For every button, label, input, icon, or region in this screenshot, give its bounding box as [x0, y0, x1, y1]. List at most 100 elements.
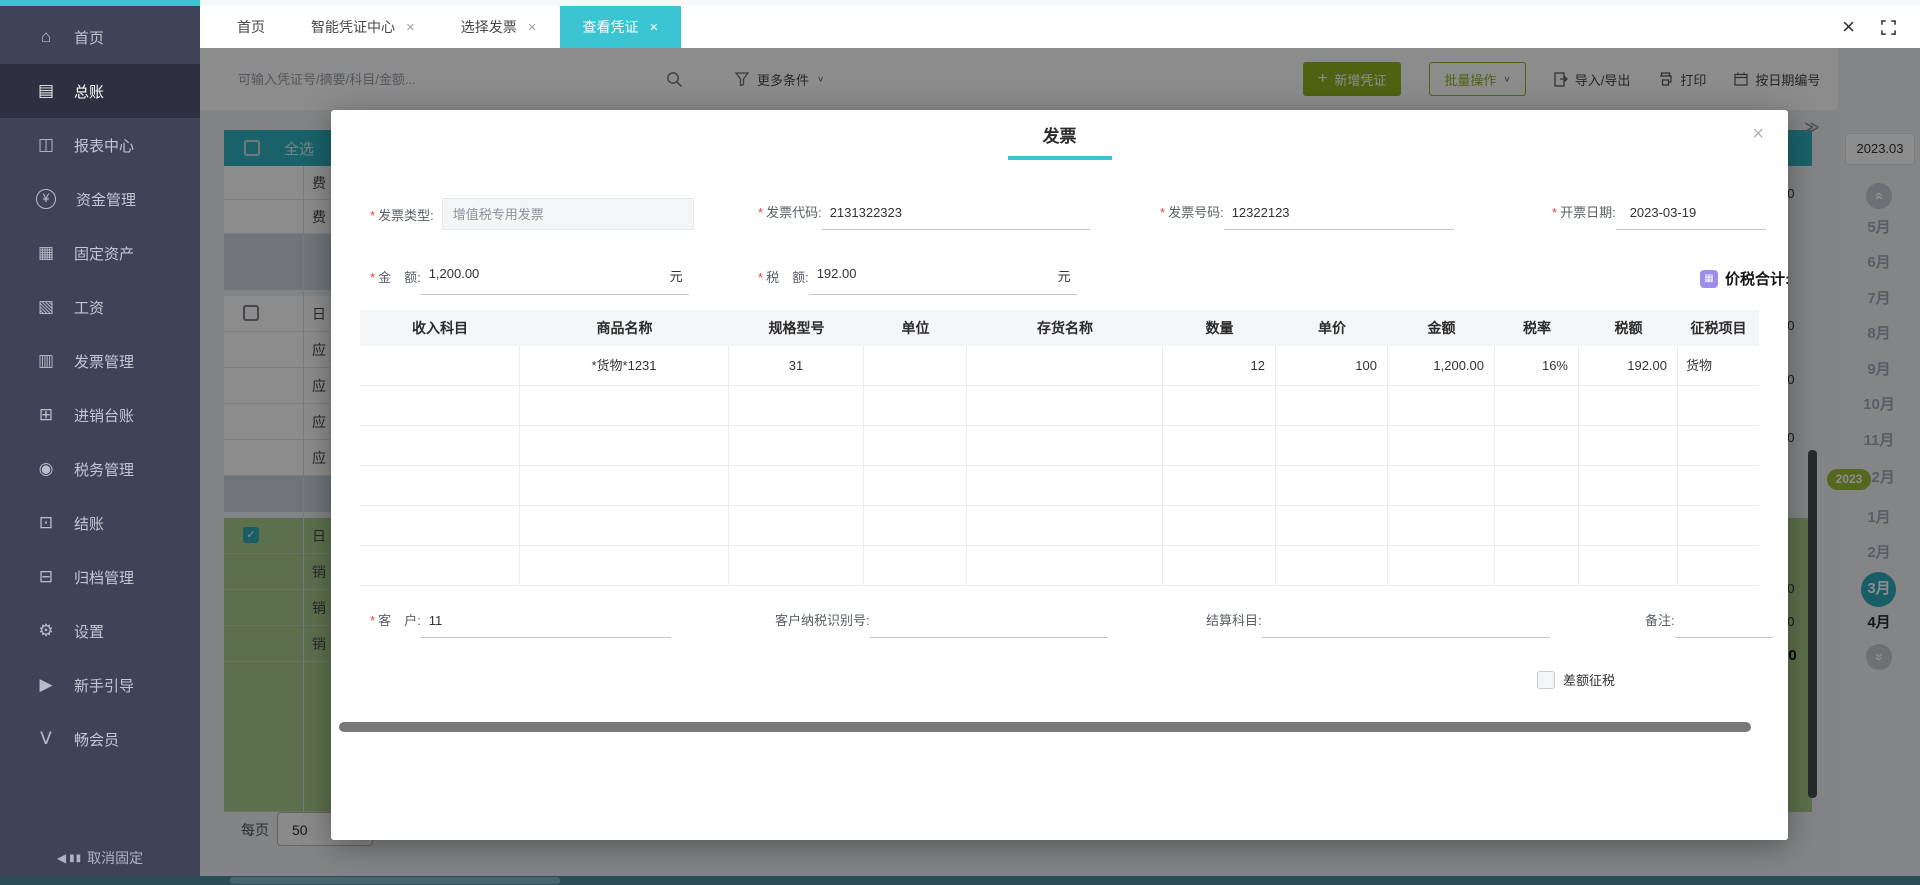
- close-icon[interactable]: ×: [650, 20, 659, 35]
- invoice-code-field[interactable]: 2131322323: [821, 205, 1090, 230]
- col-spec-model: 规格型号: [768, 320, 825, 336]
- cell-tax-amount[interactable]: 192.00: [1579, 346, 1678, 386]
- sidebar-item-settings[interactable]: ⚙ 设置: [0, 604, 200, 658]
- unpin-sidebar-button[interactable]: ◀ ▮▮ 取消固定: [0, 841, 200, 875]
- cell-amount[interactable]: 1,200.00: [1388, 346, 1495, 386]
- fullscreen-icon[interactable]: [1881, 19, 1896, 35]
- customer-field[interactable]: 11: [420, 613, 671, 638]
- invoice-number-field[interactable]: 12322123: [1223, 205, 1454, 230]
- tab-label: 智能凭证中心: [311, 19, 395, 35]
- sidebar-item-reports[interactable]: ◫ 报表中心: [0, 118, 200, 172]
- col-amount: 金额: [1427, 320, 1456, 336]
- label-text: 客户纳税识别号:: [775, 613, 870, 628]
- sidebar-item-invoice-mgmt[interactable]: ▥ 发票管理: [0, 334, 200, 388]
- invoice-type-group: * 发票类型: 增值税专用发票: [370, 198, 694, 230]
- cell-spec-model[interactable]: 31: [729, 346, 864, 386]
- customer-tax-id-field[interactable]: [869, 628, 1108, 638]
- trade-ledger-icon: ⊞: [38, 405, 54, 424]
- col-quantity: 数量: [1205, 320, 1234, 336]
- tax-icon: ◉: [38, 459, 54, 478]
- sidebar-item-closing[interactable]: ⊡ 结账: [0, 496, 200, 550]
- tab-home[interactable]: 首页: [214, 6, 288, 48]
- amount-field[interactable]: 1,200.00 元: [420, 266, 689, 295]
- sidebar-item-label: 归档管理: [74, 569, 135, 587]
- required-mark: *: [370, 613, 376, 628]
- sidebar-item-label: 进销台账: [74, 407, 135, 425]
- sidebar-item-guide[interactable]: ▶ 新手引导: [0, 658, 200, 712]
- dialog-close-icon[interactable]: ×: [1752, 124, 1764, 144]
- sidebar-item-archive[interactable]: ⊟ 归档管理: [0, 550, 200, 604]
- col-tax-amount: 税额: [1614, 320, 1643, 336]
- tab-select-invoice[interactable]: 选择发票 ×: [438, 6, 560, 48]
- cell-tax-rate[interactable]: 16%: [1495, 346, 1579, 386]
- unpin-icon-bars: ▮▮: [69, 852, 83, 864]
- remark-group: 备注:: [1645, 610, 1773, 638]
- cell-quantity[interactable]: 12: [1163, 346, 1276, 386]
- amount-group: * 金 额: 1,200.00 元: [370, 266, 689, 295]
- invoice-date-field[interactable]: 2023-03-19: [1615, 205, 1766, 230]
- sidebar: ⌂ 首页 ▤ 总账 ◫ 报表中心 ¥ 资金管理 ▦ 固定资产 ▧ 工资 ▥ 发票管理 ⊞ 进销台…: [0, 0, 200, 885]
- sidebar-item-label: 总账: [74, 83, 105, 101]
- sidebar-item-label: 固定资产: [74, 245, 135, 263]
- sidebar-item-label: 税务管理: [74, 461, 135, 479]
- tab-view-voucher[interactable]: 查看凭证 ×: [559, 6, 682, 48]
- field-label: * 发票代码:: [758, 202, 822, 230]
- settlement-account-field[interactable]: [1261, 628, 1550, 638]
- label-text: 金 额:: [378, 270, 421, 285]
- sidebar-item-label: 工资: [74, 299, 105, 317]
- cell-unit[interactable]: [864, 346, 967, 386]
- diff-tax-checkbox[interactable]: [1537, 670, 1555, 689]
- invoice-code-group: * 发票代码: 2131322323: [758, 202, 1090, 230]
- home-icon: ⌂: [40, 27, 52, 46]
- customer-group: * 客 户: 11: [370, 610, 671, 638]
- settlement-account-group: 结算科目:: [1206, 610, 1550, 638]
- cell-income-account[interactable]: [360, 346, 520, 386]
- window-controls: ×: [1842, 6, 1920, 48]
- sidebar-nav: ⌂ 首页 ▤ 总账 ◫ 报表中心 ¥ 资金管理 ▦ 固定资产 ▧ 工资 ▥ 发票管理 ⊞ 进销台…: [0, 10, 200, 766]
- horizontal-scrollbar-thumb[interactable]: [230, 877, 560, 884]
- invoice-type-field[interactable]: 增值税专用发票: [441, 198, 694, 230]
- col-product-name: 商品名称: [596, 320, 653, 336]
- close-icon[interactable]: ×: [528, 20, 537, 35]
- tab-label: 首页: [237, 19, 265, 35]
- cell-product-name[interactable]: *货物*1231: [520, 346, 729, 386]
- dialog-title: 发票: [1042, 127, 1077, 146]
- field-value: 192.00: [816, 266, 857, 281]
- ledger-icon: ▤: [37, 81, 55, 100]
- cell-inventory-name[interactable]: [967, 346, 1163, 386]
- app-window: ⌂ 首页 ▤ 总账 ◫ 报表中心 ¥ 资金管理 ▦ 固定资产 ▧ 工资 ▥ 发票管理 ⊞ 进销台…: [0, 0, 1920, 885]
- unit-label: 元: [669, 269, 683, 284]
- sidebar-item-label: 首页: [74, 29, 105, 47]
- required-mark: *: [758, 205, 764, 220]
- col-income-account: 收入科目: [412, 320, 468, 336]
- modal-horizontal-scrollbar[interactable]: [339, 722, 1751, 732]
- field-label: 结算科目:: [1206, 610, 1262, 638]
- invoice-items-table: 收入科目 商品名称 规格型号 单位 存货名称 数量 单价 金额 税率 税额 征税…: [360, 310, 1759, 586]
- window-close-icon[interactable]: ×: [1842, 16, 1855, 38]
- tax-field[interactable]: 192.00 元: [808, 266, 1077, 295]
- table-row-empty: [360, 426, 1759, 466]
- sidebar-item-general-ledger[interactable]: ▤ 总账: [0, 64, 200, 118]
- sidebar-item-member[interactable]: Ⅴ 畅会员: [0, 712, 200, 766]
- sidebar-item-label: 资金管理: [76, 191, 137, 209]
- closing-icon: ⊡: [38, 513, 54, 532]
- col-unit-price: 单价: [1318, 320, 1346, 336]
- field-label: * 税 额:: [758, 267, 809, 295]
- sidebar-item-funds[interactable]: ¥ 资金管理: [0, 172, 200, 226]
- sidebar-item-fixed-assets[interactable]: ▦ 固定资产: [0, 226, 200, 280]
- label-text: 客 户:: [378, 613, 421, 628]
- remark-field[interactable]: [1674, 628, 1773, 638]
- close-icon[interactable]: ×: [406, 20, 415, 35]
- tab-smart-voucher-center[interactable]: 智能凭证中心 ×: [288, 6, 438, 48]
- cell-unit-price[interactable]: 100: [1276, 346, 1388, 386]
- sidebar-item-home[interactable]: ⌂ 首页: [0, 10, 200, 64]
- label-text: 发票代码:: [766, 205, 822, 220]
- invoice-dialog: 发票 × * 发票类型: 增值税专用发票 * 发票代码: 2131322323 * 发…: [331, 110, 1788, 840]
- sidebar-item-trade-ledger[interactable]: ⊞ 进销台账: [0, 388, 200, 442]
- field-value: 1,200.00: [428, 266, 480, 281]
- invoice-icon: ▥: [37, 351, 55, 370]
- required-mark: *: [1552, 205, 1558, 220]
- sidebar-item-payroll[interactable]: ▧ 工资: [0, 280, 200, 334]
- sidebar-item-tax-mgmt[interactable]: ◉ 税务管理: [0, 442, 200, 496]
- cell-tax-item[interactable]: 货物: [1678, 346, 1759, 386]
